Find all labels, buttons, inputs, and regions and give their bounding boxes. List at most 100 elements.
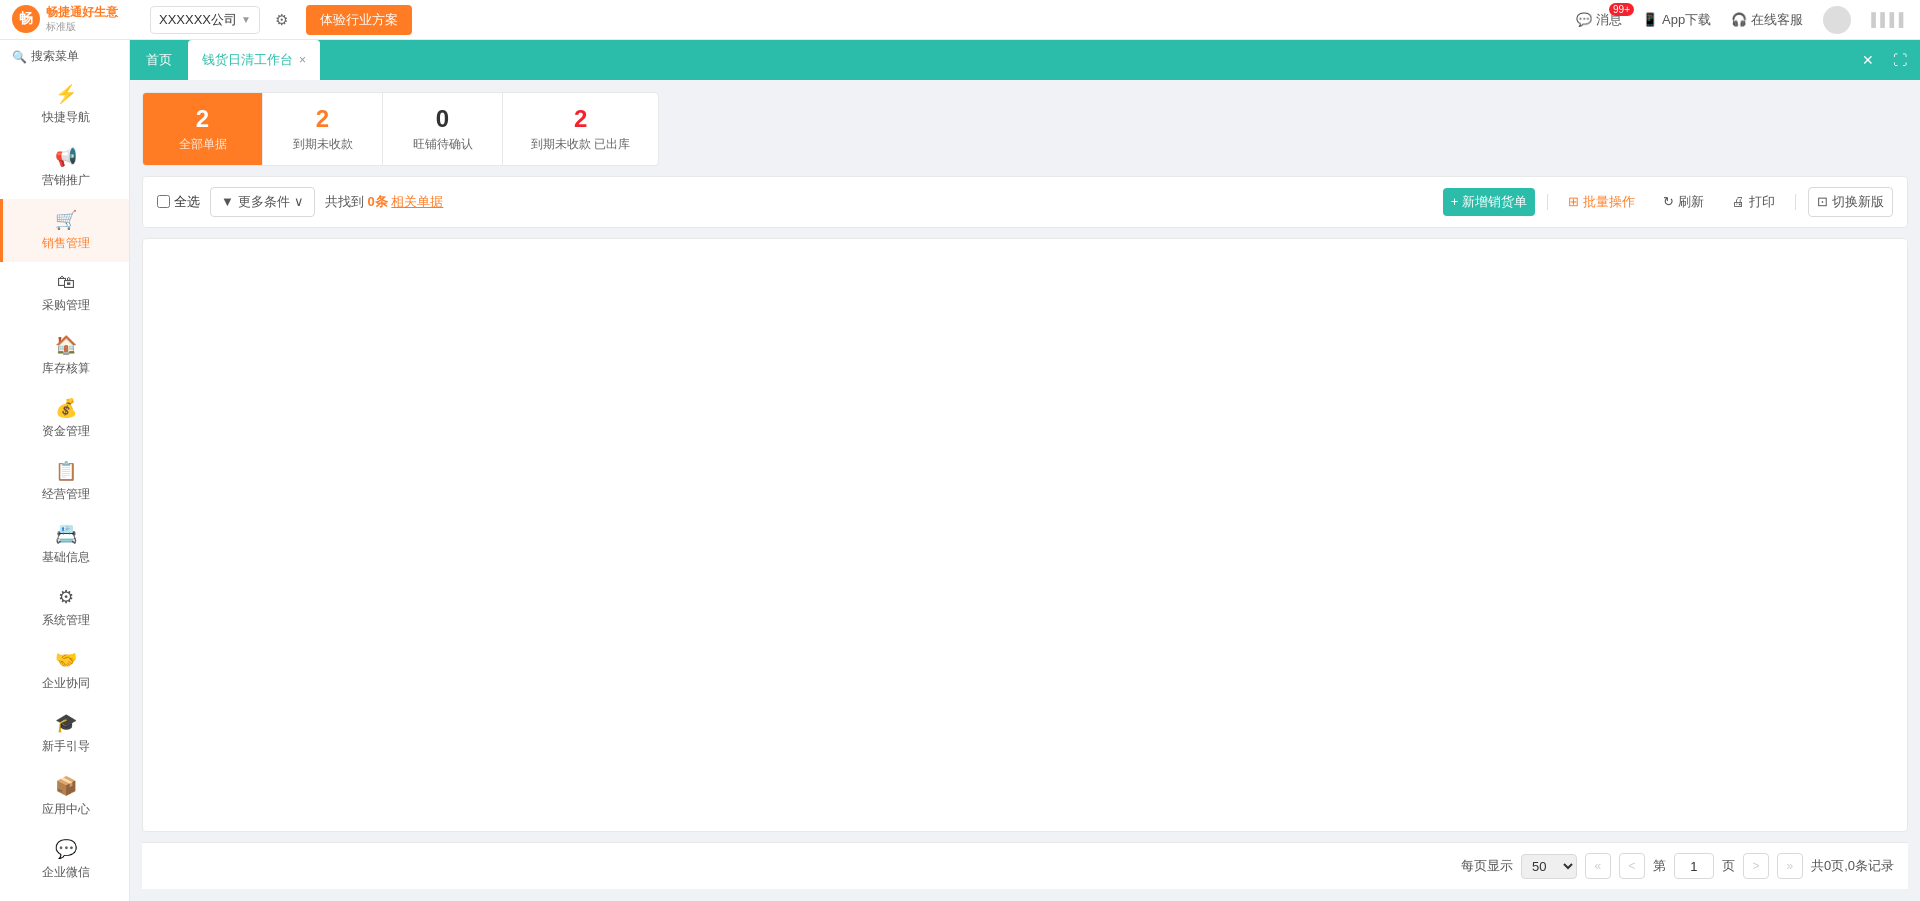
filter-icon: ▼ [221,194,234,209]
toolbar-divider [1547,194,1548,210]
sidebar: 🔍 搜索菜单 ⚡ 快捷导航 📢 营销推广 🛒 销售管理 🛍 采购管理 🏠 库存核… [0,40,130,901]
page-size-select[interactable]: 50 10 20 100 [1521,854,1577,879]
experience-btn[interactable]: 体验行业方案 [306,5,412,35]
stat-number-all: 2 [171,105,234,134]
batch-label: 批量操作 [1583,193,1635,211]
sidebar-item-purchase[interactable]: 🛍 采购管理 [0,262,129,324]
minimize-btn[interactable]: ✕ [1856,48,1880,72]
sidebar-item-sales[interactable]: 🛒 销售管理 [0,199,129,262]
switch-version-btn[interactable]: ⊡ 切换新版 [1808,187,1893,217]
guide-icon: 🎓 [55,712,77,734]
user-avatar[interactable] [1823,6,1851,34]
page-suffix: 页 [1722,857,1735,875]
filter-chevron: ∨ [294,194,304,209]
select-all-label: 全选 [174,193,200,211]
sidebar-item-label: 经营管理 [42,486,90,503]
app-download-btn[interactable]: 📱 App下载 [1642,11,1711,29]
print-label: 打印 [1749,193,1775,211]
stat-number-unship: 2 [531,105,630,134]
sidebar-item-label: 基础信息 [42,549,90,566]
logo-subtitle: 标准版 [46,20,118,34]
first-page-btn[interactable]: « [1585,853,1611,879]
user-name-text: ▌▌▌▌ [1871,12,1908,27]
content-area: 首页 钱货日清工作台 × ✕ ⛶ 2 全部单据 2 到期未收款 [130,40,1920,901]
batch-btn[interactable]: ⊞ 批量操作 [1560,188,1643,216]
stat-label-overdue: 到期未收款 [291,136,354,153]
sidebar-item-guide[interactable]: 🎓 新手引导 [0,702,129,765]
sidebar-item-label: 库存核算 [42,360,90,377]
refresh-label: 刷新 [1678,193,1704,211]
sidebar-item-operations[interactable]: 📋 经营管理 [0,450,129,513]
total-records: 共0页,0条记录 [1811,857,1894,875]
sidebar-item-label: 采购管理 [42,297,90,314]
stat-card-unship[interactable]: 2 到期未收款 已出库 [503,93,658,165]
filter-button[interactable]: ▼ 更多条件 ∨ [210,187,315,217]
switch-label: 切换新版 [1832,193,1884,211]
sidebar-item-system[interactable]: ⚙ 系统管理 [0,576,129,639]
tab-bar-actions: ✕ ⛶ [1856,48,1920,72]
toolbar: 全选 ▼ 更多条件 ∨ 共找到 0条 相关单据 + 新增销货单 ⊞ [142,176,1908,228]
sidebar-item-quick-nav[interactable]: ⚡ 快捷导航 [0,73,129,136]
select-all-input[interactable] [157,195,170,208]
sidebar-search[interactable]: 🔍 搜索菜单 [0,40,129,73]
last-page-btn[interactable]: » [1777,853,1803,879]
online-service-label: 在线客服 [1751,11,1803,29]
toolbar-divider2 [1795,194,1796,210]
switch-icon: ⊡ [1817,194,1828,209]
settings-button[interactable]: ⚙ [268,6,296,34]
app-center-icon: 📦 [55,775,77,797]
sidebar-item-capital[interactable]: 💰 资金管理 [0,387,129,450]
header-right: 💬 消息 99+ 📱 App下载 🎧 在线客服 ▌▌▌▌ [1576,6,1908,34]
refresh-btn[interactable]: ↻ 刷新 [1655,188,1712,216]
main-layout: 🔍 搜索菜单 ⚡ 快捷导航 📢 营销推广 🛒 销售管理 🛍 采购管理 🏠 库存核… [0,40,1920,901]
sidebar-item-inventory[interactable]: 🏠 库存核算 [0,324,129,387]
next-page-btn[interactable]: > [1743,853,1769,879]
tab-close-icon[interactable]: × [299,53,306,67]
sidebar-item-app-center[interactable]: 📦 应用中心 [0,765,129,828]
headset-icon: 🎧 [1731,12,1747,27]
message-btn[interactable]: 💬 消息 99+ [1576,11,1622,29]
purchase-icon: 🛍 [57,272,75,293]
select-all-checkbox[interactable]: 全选 [157,193,200,211]
sidebar-item-member[interactable]: ◆ 畅会员 [0,891,129,901]
system-icon: ⚙ [58,586,74,608]
toolbar-right: + 新增销货单 ⊞ 批量操作 ↻ 刷新 🖨 打印 [1443,187,1893,217]
sidebar-item-label: 快捷导航 [42,109,90,126]
sidebar-item-marketing[interactable]: 📢 营销推广 [0,136,129,199]
tab-label: 钱货日清工作台 [202,51,293,69]
marketing-icon: 📢 [55,146,77,168]
related-link[interactable]: 相关单据 [391,194,443,209]
user-name[interactable]: ▌▌▌▌ [1871,12,1908,27]
add-btn[interactable]: + 新增销货单 [1443,188,1535,216]
stat-card-all[interactable]: 2 全部单据 [143,93,263,165]
sidebar-item-label: 资金管理 [42,423,90,440]
sidebar-item-wechat[interactable]: 💬 企业微信 [0,828,129,891]
tab-active[interactable]: 钱货日清工作台 × [188,40,320,80]
tab-bar: 首页 钱货日清工作台 × ✕ ⛶ [130,40,1920,80]
print-btn[interactable]: 🖨 打印 [1724,188,1783,216]
logo-text-area: 畅捷通好生意 标准版 [46,5,118,33]
prev-page-btn[interactable]: < [1619,853,1645,879]
tab-home[interactable]: 首页 [130,40,188,80]
sidebar-item-label: 应用中心 [42,801,90,818]
company-selector[interactable]: XXXXXX公司 ▼ [150,6,260,34]
sidebar-item-basic-info[interactable]: 📇 基础信息 [0,513,129,576]
stat-label-unship: 到期未收款 已出库 [531,136,630,153]
sidebar-search-label: 搜索菜单 [31,48,79,65]
stat-number-overdue: 2 [291,105,354,134]
logo-area: 畅 畅捷通好生意 标准版 [12,5,142,33]
expand-btn[interactable]: ⛶ [1888,48,1912,72]
page-input[interactable] [1674,853,1714,879]
online-service-btn[interactable]: 🎧 在线客服 [1731,11,1803,29]
sidebar-item-enterprise[interactable]: 🤝 企业协同 [0,639,129,702]
page-content: 2 全部单据 2 到期未收款 0 旺铺待确认 2 到期未收款 已出库 [130,80,1920,901]
enterprise-icon: 🤝 [55,649,77,671]
sales-icon: 🛒 [55,209,77,231]
app-download-icon: 📱 [1642,12,1658,27]
pagination-bar: 每页显示 50 10 20 100 « < 第 页 > » 共0页,0条记录 [142,842,1908,889]
message-badge: 99+ [1609,3,1634,16]
toolbar-left: 全选 ▼ 更多条件 ∨ 共找到 0条 相关单据 [157,187,1433,217]
stat-card-overdue[interactable]: 2 到期未收款 [263,93,383,165]
logo-icon: 畅 [12,5,40,33]
stat-card-pending[interactable]: 0 旺铺待确认 [383,93,503,165]
